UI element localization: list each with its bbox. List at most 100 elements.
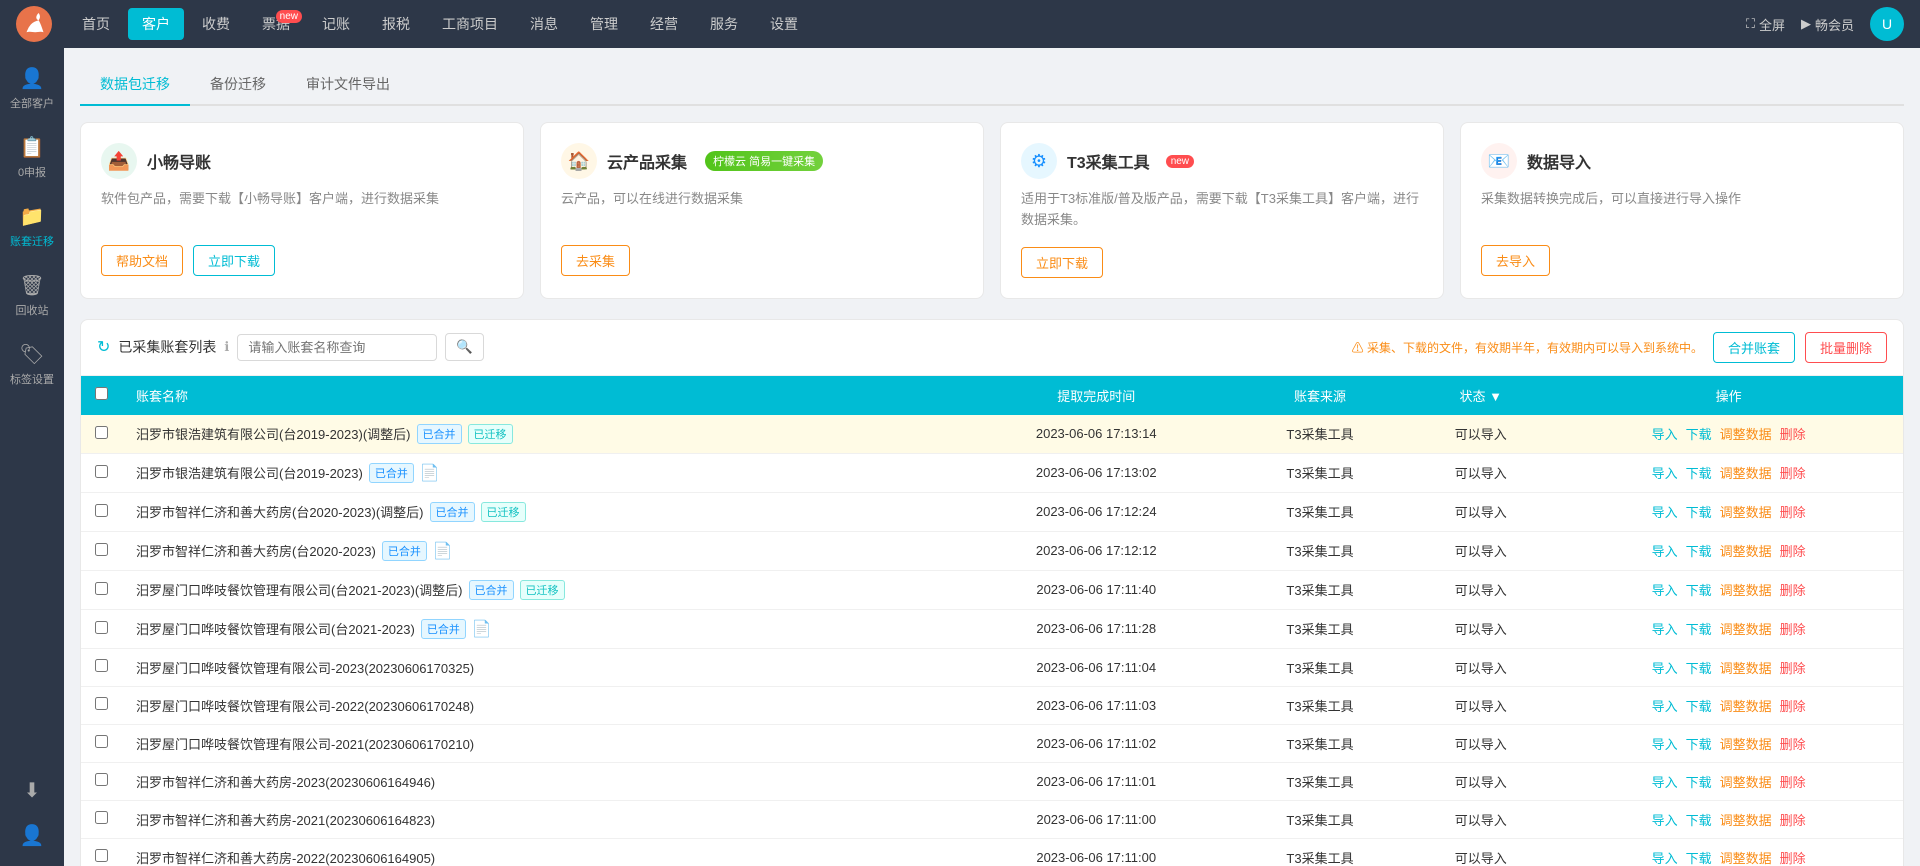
action-删除[interactable]: 删除 [1780,813,1806,828]
row-checkbox[interactable] [95,811,108,824]
btn-go-collect[interactable]: 去采集 [561,245,630,276]
action-导入[interactable]: 导入 [1652,466,1678,481]
profile-icon[interactable]: 👤 [14,817,51,854]
nav-item-manage[interactable]: 管理 [576,8,632,40]
nav-item-tax[interactable]: 报税 [368,8,424,40]
nav-item-client[interactable]: 客户 [128,8,184,40]
row-time: 2023-06-06 17:11:00 [960,800,1233,838]
action-删除[interactable]: 删除 [1780,775,1806,790]
tab-data-migration[interactable]: 数据包迁移 [80,64,190,106]
row-checkbox[interactable] [95,543,108,556]
btn-go-import[interactable]: 去导入 [1481,245,1550,276]
action-删除[interactable]: 删除 [1780,737,1806,752]
action-删除[interactable]: 删除 [1780,622,1806,637]
action-下载[interactable]: 下载 [1686,466,1712,481]
row-checkbox[interactable] [95,849,108,862]
action-调整数据[interactable]: 调整数据 [1720,699,1772,714]
action-下载[interactable]: 下载 [1686,737,1712,752]
nav-item-settings[interactable]: 设置 [756,8,812,40]
action-删除[interactable]: 删除 [1780,699,1806,714]
action-删除[interactable]: 删除 [1780,661,1806,676]
tab-backup-migration[interactable]: 备份迁移 [190,64,286,106]
select-all-checkbox[interactable] [95,387,108,400]
row-checkbox[interactable] [95,697,108,710]
table-row: 汨罗屋门口哗吱餐饮管理有限公司(台2021-2023)已合并📄2023-06-0… [81,609,1903,648]
btn-download-t3[interactable]: 立即下载 [1021,247,1103,278]
action-下载[interactable]: 下载 [1686,699,1712,714]
row-checkbox[interactable] [95,504,108,517]
row-checkbox[interactable] [95,582,108,595]
sidebar-item-trash[interactable]: 🗑 回收站 [0,263,64,328]
row-checkbox[interactable] [95,773,108,786]
action-删除[interactable]: 删除 [1780,466,1806,481]
action-删除[interactable]: 删除 [1780,851,1806,866]
action-下载[interactable]: 下载 [1686,661,1712,676]
action-调整数据[interactable]: 调整数据 [1720,622,1772,637]
nav-item-fee[interactable]: 收费 [188,8,244,40]
action-调整数据[interactable]: 调整数据 [1720,544,1772,559]
row-checkbox[interactable] [95,465,108,478]
action-删除[interactable]: 删除 [1780,505,1806,520]
search-input[interactable] [237,334,437,361]
action-调整数据[interactable]: 调整数据 [1720,583,1772,598]
action-导入[interactable]: 导入 [1652,661,1678,676]
nav-item-bookkeeping[interactable]: 记账 [308,8,364,40]
action-下载[interactable]: 下载 [1686,505,1712,520]
btn-merge-accounts[interactable]: 合并账套 [1713,332,1795,363]
action-删除[interactable]: 删除 [1780,427,1806,442]
action-调整数据[interactable]: 调整数据 [1720,737,1772,752]
action-调整数据[interactable]: 调整数据 [1720,775,1772,790]
btn-download-xiaochangzhang[interactable]: 立即下载 [193,245,275,276]
fullscreen-icon: ⛶ [1746,16,1755,32]
nav-item-ticket[interactable]: 票据 new [248,8,304,40]
action-导入[interactable]: 导入 [1652,427,1678,442]
nav-item-biz[interactable]: 工商项目 [428,8,512,40]
action-导入[interactable]: 导入 [1652,813,1678,828]
action-下载[interactable]: 下载 [1686,427,1712,442]
action-导入[interactable]: 导入 [1652,583,1678,598]
row-checkbox[interactable] [95,426,108,439]
nav-item-msg[interactable]: 消息 [516,8,572,40]
action-调整数据[interactable]: 调整数据 [1720,813,1772,828]
action-删除[interactable]: 删除 [1780,583,1806,598]
action-下载[interactable]: 下载 [1686,813,1712,828]
sidebar-item-all-clients[interactable]: 👤 全部客户 [0,56,64,121]
action-删除[interactable]: 删除 [1780,544,1806,559]
nav-item-ops[interactable]: 经营 [636,8,692,40]
btn-help-doc[interactable]: 帮助文档 [101,245,183,276]
btn-batch-delete[interactable]: 批量删除 [1805,332,1887,363]
action-调整数据[interactable]: 调整数据 [1720,661,1772,676]
card-actions-dataimport: 去导入 [1481,245,1883,276]
action-下载[interactable]: 下载 [1686,544,1712,559]
row-checkbox[interactable] [95,735,108,748]
tab-audit-export[interactable]: 审计文件导出 [286,64,410,106]
download-icon[interactable]: ⬇ [18,772,47,809]
row-checkbox[interactable] [95,659,108,672]
action-导入[interactable]: 导入 [1652,775,1678,790]
nav-item-service[interactable]: 服务 [696,8,752,40]
action-下载[interactable]: 下载 [1686,775,1712,790]
action-调整数据[interactable]: 调整数据 [1720,505,1772,520]
action-导入[interactable]: 导入 [1652,505,1678,520]
action-导入[interactable]: 导入 [1652,737,1678,752]
action-调整数据[interactable]: 调整数据 [1720,466,1772,481]
refresh-icon[interactable]: ↻ [97,337,110,357]
sidebar-item-zero-declare[interactable]: 📋 0申报 [0,125,64,190]
action-导入[interactable]: 导入 [1652,851,1678,866]
row-checkbox[interactable] [95,621,108,634]
fullscreen-btn[interactable]: ⛶ 全屏 [1746,15,1785,34]
sidebar-item-migration[interactable]: 📁 账套迁移 [0,194,64,259]
action-调整数据[interactable]: 调整数据 [1720,851,1772,866]
action-调整数据[interactable]: 调整数据 [1720,427,1772,442]
avatar[interactable]: U [1870,7,1904,41]
member-btn[interactable]: ▶ 畅会员 [1801,15,1854,34]
action-下载[interactable]: 下载 [1686,851,1712,866]
action-下载[interactable]: 下载 [1686,583,1712,598]
action-导入[interactable]: 导入 [1652,544,1678,559]
action-导入[interactable]: 导入 [1652,622,1678,637]
action-下载[interactable]: 下载 [1686,622,1712,637]
action-导入[interactable]: 导入 [1652,699,1678,714]
sidebar-item-tag-settings[interactable]: 🏷 标签设置 [0,332,64,397]
search-button[interactable]: 🔍 [445,333,484,361]
nav-item-home[interactable]: 首页 [68,8,124,40]
